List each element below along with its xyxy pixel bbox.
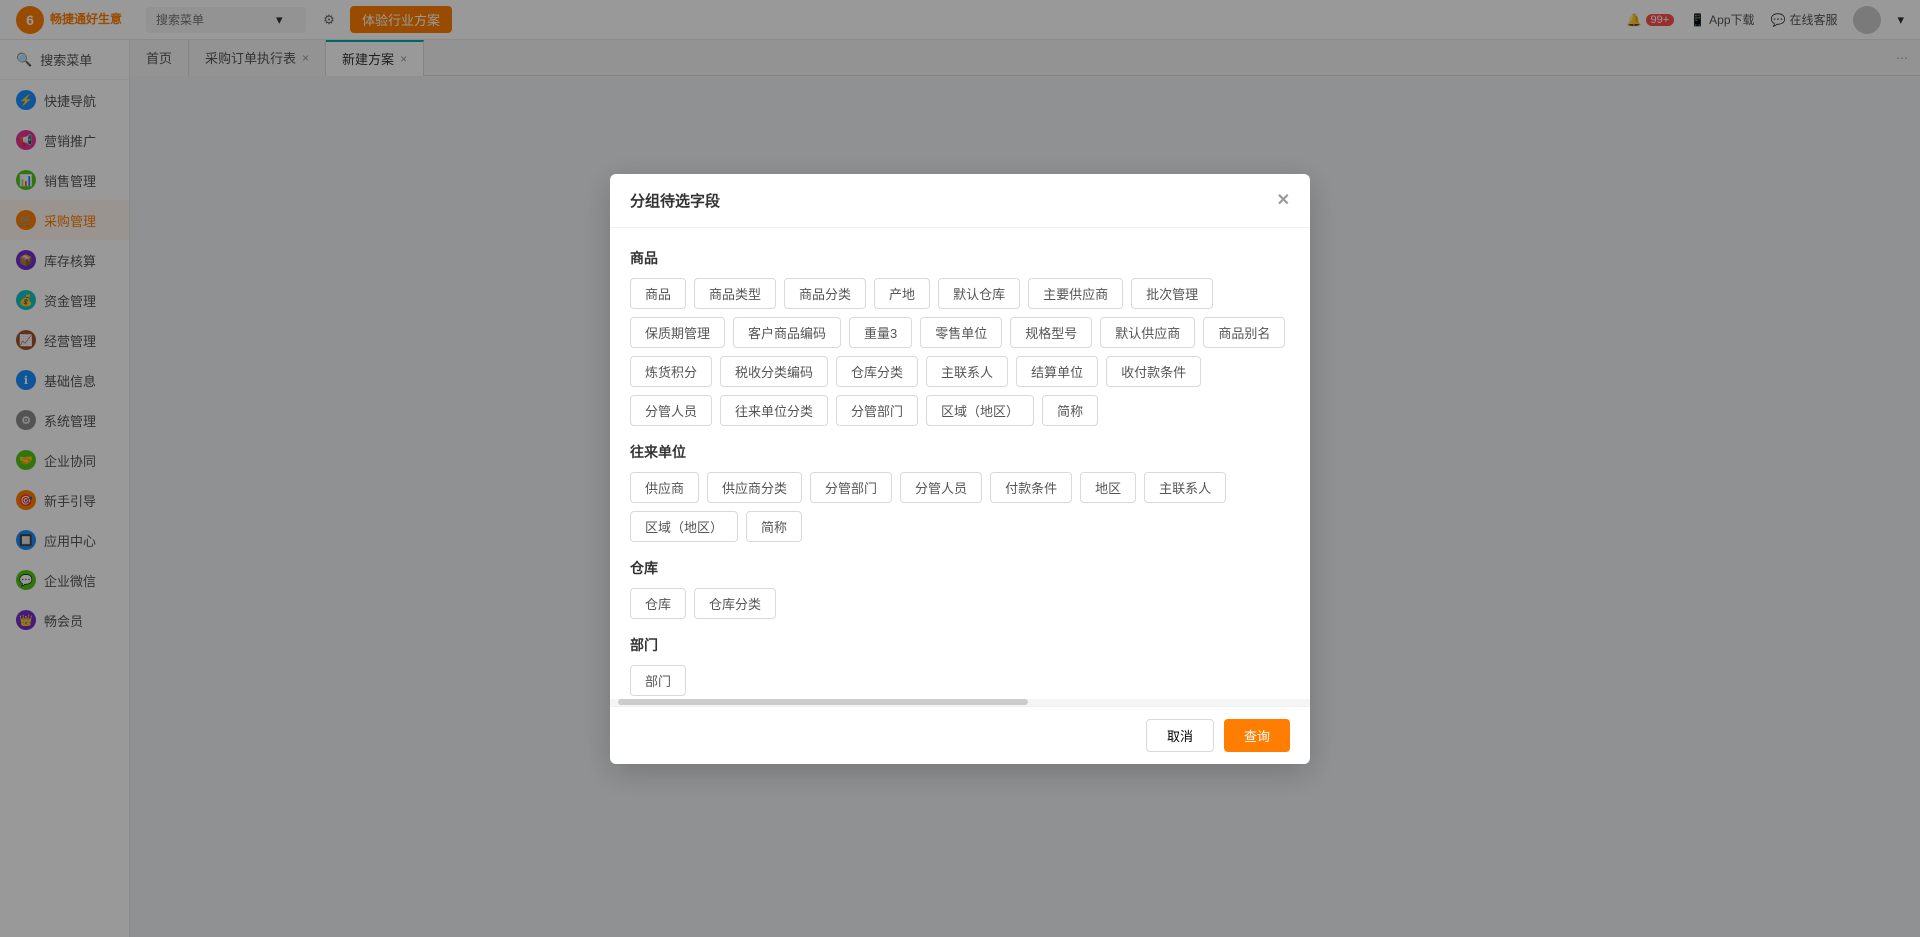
field-customer-code[interactable]: 客户商品编码 [733,317,841,348]
modal-title: 分组待选字段 [630,190,720,211]
field-goods-alias[interactable]: 商品别名 [1203,317,1285,348]
field-default-supplier[interactable]: 默认供应商 [1100,317,1195,348]
modal-footer: 取消 查询 [610,706,1310,764]
field-short-name-partner[interactable]: 简称 [746,511,802,542]
field-district[interactable]: 地区 [1080,472,1136,503]
cancel-button[interactable]: 取消 [1146,719,1214,752]
field-select-modal: 分组待选字段 ✕ 商品 商品 商品类型 商品分类 产地 默认仓库 主要供应商 批… [610,174,1310,764]
modal-header: 分组待选字段 ✕ [610,174,1310,228]
field-partner-category[interactable]: 往来单位分类 [720,395,828,426]
modal-hscrollbar[interactable] [610,699,1310,706]
fields-goods: 商品 商品类型 商品分类 产地 默认仓库 主要供应商 批次管理 保质期管理 客户… [630,278,1290,426]
field-goods-category[interactable]: 商品分类 [784,278,866,309]
field-region-partner[interactable]: 区域（地区） [630,511,738,542]
fields-dept: 部门 [630,665,1290,696]
field-retail-unit[interactable]: 零售单位 [920,317,1002,348]
field-payment-terms[interactable]: 收付款条件 [1106,356,1201,387]
section-title-warehouse: 仓库 [630,558,1290,578]
field-goods[interactable]: 商品 [630,278,686,309]
field-main-supplier[interactable]: 主要供应商 [1028,278,1123,309]
field-main-contact[interactable]: 主联系人 [926,356,1008,387]
field-payment-condition[interactable]: 付款条件 [990,472,1072,503]
modal-hscrollbar-thumb [618,699,1028,705]
section-title-partner: 往来单位 [630,442,1290,462]
field-refine-points[interactable]: 炼货积分 [630,356,712,387]
modal-body: 商品 商品 商品类型 商品分类 产地 默认仓库 主要供应商 批次管理 保质期管理… [610,228,1310,699]
field-warehouse-type[interactable]: 仓库分类 [694,588,776,619]
field-supplier[interactable]: 供应商 [630,472,699,503]
field-dept[interactable]: 部门 [630,665,686,696]
field-origin[interactable]: 产地 [874,278,930,309]
field-settlement-unit[interactable]: 结算单位 [1016,356,1098,387]
field-manager[interactable]: 分管人员 [630,395,712,426]
field-warehouse-category[interactable]: 仓库分类 [836,356,918,387]
field-weight3[interactable]: 重量3 [849,317,912,348]
confirm-button[interactable]: 查询 [1224,719,1290,752]
section-title-dept: 部门 [630,635,1290,655]
field-dept-partner[interactable]: 分管部门 [810,472,892,503]
modal-close-icon[interactable]: ✕ [1277,190,1290,210]
field-tax-code[interactable]: 税收分类编码 [720,356,828,387]
field-batch-mgmt[interactable]: 批次管理 [1131,278,1213,309]
field-supplier-category[interactable]: 供应商分类 [707,472,802,503]
field-short-name-goods[interactable]: 简称 [1042,395,1098,426]
field-manager-partner[interactable]: 分管人员 [900,472,982,503]
field-goods-type[interactable]: 商品类型 [694,278,776,309]
field-region-goods[interactable]: 区域（地区） [926,395,1034,426]
field-quality-mgmt[interactable]: 保质期管理 [630,317,725,348]
field-dept-mgmt[interactable]: 分管部门 [836,395,918,426]
field-main-contact-partner[interactable]: 主联系人 [1144,472,1226,503]
section-title-goods: 商品 [630,248,1290,268]
field-spec-model[interactable]: 规格型号 [1010,317,1092,348]
field-default-warehouse[interactable]: 默认仓库 [938,278,1020,309]
field-warehouse[interactable]: 仓库 [630,588,686,619]
fields-partner: 供应商 供应商分类 分管部门 分管人员 付款条件 地区 主联系人 区域（地区） … [630,472,1290,542]
fields-warehouse: 仓库 仓库分类 [630,588,1290,619]
